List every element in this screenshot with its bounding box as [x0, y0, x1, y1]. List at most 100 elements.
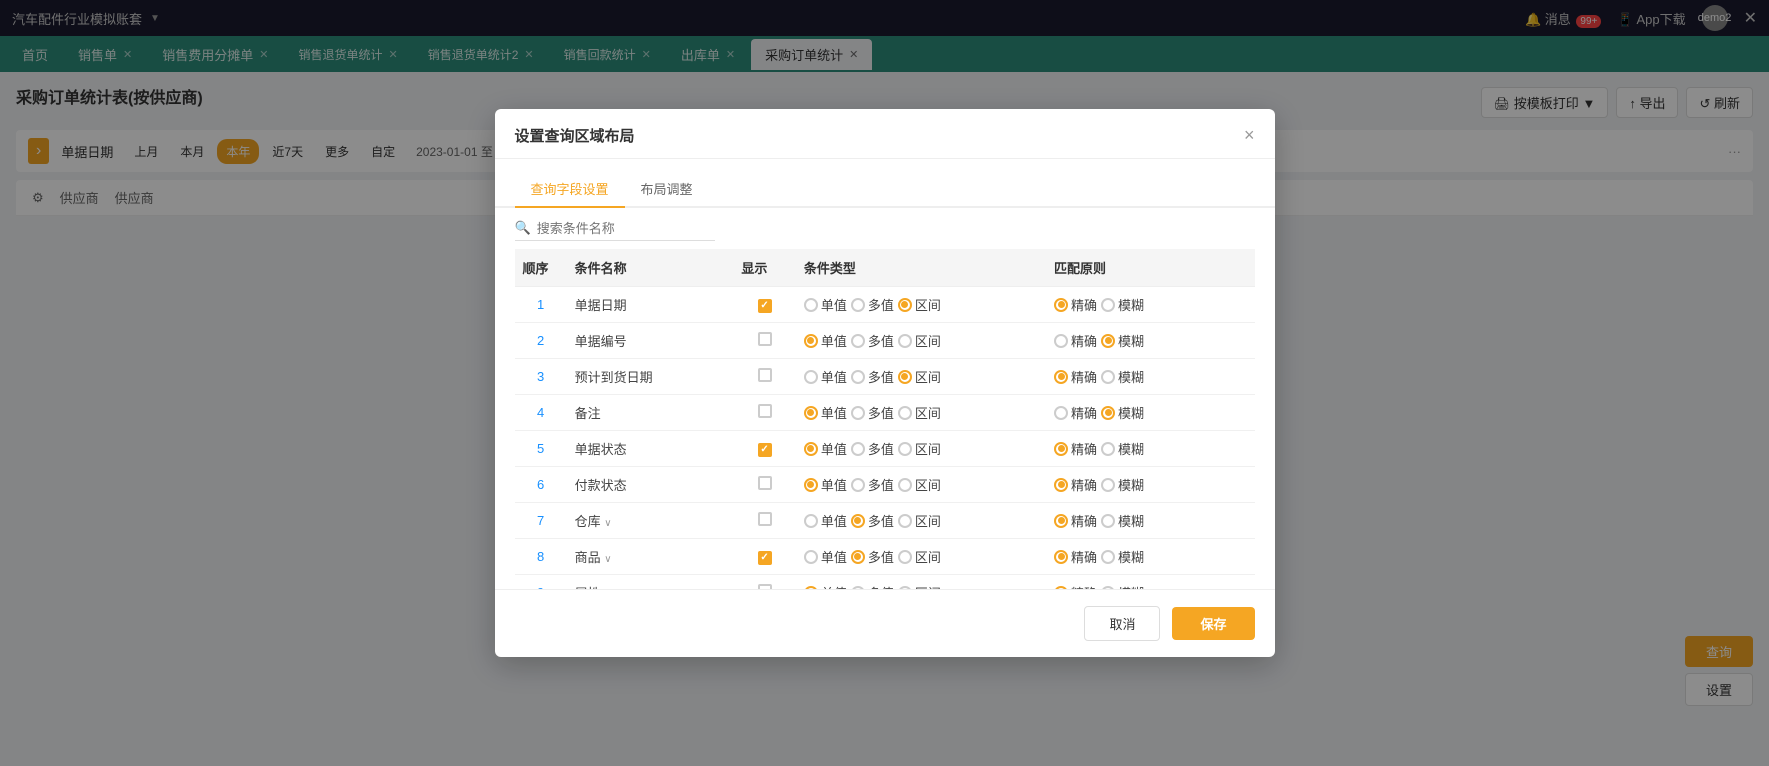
- cell-type-7: 单值多值区间: [796, 539, 1046, 575]
- match-radio-模糊-0[interactable]: 模糊: [1101, 295, 1144, 314]
- cell-name-5: 付款状态: [567, 467, 734, 503]
- cell-type-1: 单值多值区间: [796, 323, 1046, 359]
- type-radio-单值-6[interactable]: 单值: [804, 511, 847, 530]
- modal-header: 设置查询区域布局 ×: [495, 109, 1275, 159]
- cell-name-6: 仓库 ∨: [567, 503, 734, 539]
- match-radio-模糊-3[interactable]: 模糊: [1101, 403, 1144, 422]
- cell-name-4: 单据状态: [567, 431, 734, 467]
- show-checkbox-3[interactable]: [758, 404, 772, 418]
- type-radio-区间-5[interactable]: 区间: [898, 475, 941, 494]
- match-radio-精确-5[interactable]: 精确: [1054, 475, 1097, 494]
- type-radio-区间-0[interactable]: 区间: [898, 295, 941, 314]
- th-order: 顺序: [515, 249, 567, 287]
- cell-show-0: [733, 287, 796, 323]
- cell-type-8: 单值多值区间: [796, 575, 1046, 590]
- cell-type-3: 单值多值区间: [796, 395, 1046, 431]
- modal-tabs: 查询字段设置 布局调整: [495, 159, 1275, 208]
- cell-match-4: 精确模糊: [1046, 431, 1254, 467]
- type-radio-单值-7[interactable]: 单值: [804, 547, 847, 566]
- search-input[interactable]: [537, 221, 715, 236]
- cell-order-8: 9: [515, 575, 567, 590]
- type-radio-多值-2[interactable]: 多值: [851, 367, 894, 386]
- show-checkbox-0[interactable]: [758, 299, 772, 313]
- cell-name-2: 预计到货日期: [567, 359, 734, 395]
- table-row: 2单据编号单值多值区间精确模糊: [515, 323, 1255, 359]
- cell-order-7: 8: [515, 539, 567, 575]
- type-radio-单值-5[interactable]: 单值: [804, 475, 847, 494]
- cell-match-8: 精确模糊: [1046, 575, 1254, 590]
- type-radio-多值-0[interactable]: 多值: [851, 295, 894, 314]
- type-radio-区间-2[interactable]: 区间: [898, 367, 941, 386]
- type-radio-区间-3[interactable]: 区间: [898, 403, 941, 422]
- match-radio-模糊-5[interactable]: 模糊: [1101, 475, 1144, 494]
- table-row: 6付款状态单值多值区间精确模糊: [515, 467, 1255, 503]
- show-checkbox-6[interactable]: [758, 512, 772, 526]
- type-radio-多值-3[interactable]: 多值: [851, 403, 894, 422]
- cell-show-5: [733, 467, 796, 503]
- match-radio-模糊-7[interactable]: 模糊: [1101, 547, 1144, 566]
- type-radio-多值-7[interactable]: 多值: [851, 547, 894, 566]
- type-radio-多值-5[interactable]: 多值: [851, 475, 894, 494]
- match-radio-精确-1[interactable]: 精确: [1054, 331, 1097, 350]
- type-radio-单值-0[interactable]: 单值: [804, 295, 847, 314]
- type-radio-单值-3[interactable]: 单值: [804, 403, 847, 422]
- cell-order-4: 5: [515, 431, 567, 467]
- type-radio-区间-4[interactable]: 区间: [898, 439, 941, 458]
- modal-title: 设置查询区域布局: [515, 125, 635, 146]
- cancel-button[interactable]: 取消: [1084, 606, 1160, 641]
- show-checkbox-1[interactable]: [758, 332, 772, 346]
- match-radio-精确-4[interactable]: 精确: [1054, 439, 1097, 458]
- cell-order-6: 7: [515, 503, 567, 539]
- cell-match-2: 精确模糊: [1046, 359, 1254, 395]
- match-radio-模糊-1[interactable]: 模糊: [1101, 331, 1144, 350]
- tab-query-fields[interactable]: 查询字段设置: [515, 171, 625, 208]
- type-radio-单值-1[interactable]: 单值: [804, 331, 847, 350]
- modal-dialog: 设置查询区域布局 × 查询字段设置 布局调整 🔍: [495, 109, 1275, 657]
- cell-order-1: 2: [515, 323, 567, 359]
- cell-type-2: 单值多值区间: [796, 359, 1046, 395]
- table-row: 4备注单值多值区间精确模糊: [515, 395, 1255, 431]
- search-icon: 🔍: [515, 220, 531, 236]
- type-radio-单值-4[interactable]: 单值: [804, 439, 847, 458]
- type-radio-多值-4[interactable]: 多值: [851, 439, 894, 458]
- match-radio-模糊-4[interactable]: 模糊: [1101, 439, 1144, 458]
- type-radio-区间-6[interactable]: 区间: [898, 511, 941, 530]
- cell-show-8: [733, 575, 796, 590]
- type-radio-多值-1[interactable]: 多值: [851, 331, 894, 350]
- type-radio-区间-1[interactable]: 区间: [898, 331, 941, 350]
- cell-name-0: 单据日期: [567, 287, 734, 323]
- type-radio-区间-7[interactable]: 区间: [898, 547, 941, 566]
- cell-type-6: 单值多值区间: [796, 503, 1046, 539]
- show-checkbox-5[interactable]: [758, 476, 772, 490]
- type-radio-多值-6[interactable]: 多值: [851, 511, 894, 530]
- match-radio-精确-6[interactable]: 精确: [1054, 511, 1097, 530]
- cell-order-3: 4: [515, 395, 567, 431]
- cell-show-7: [733, 539, 796, 575]
- cell-match-0: 精确模糊: [1046, 287, 1254, 323]
- type-radio-单值-2[interactable]: 单值: [804, 367, 847, 386]
- match-radio-精确-0[interactable]: 精确: [1054, 295, 1097, 314]
- cell-order-0: 1: [515, 287, 567, 323]
- cell-match-5: 精确模糊: [1046, 467, 1254, 503]
- cell-order-2: 3: [515, 359, 567, 395]
- table-row: 8商品 ∨单值多值区间精确模糊: [515, 539, 1255, 575]
- match-radio-精确-7[interactable]: 精确: [1054, 547, 1097, 566]
- match-radio-精确-3[interactable]: 精确: [1054, 403, 1097, 422]
- match-radio-模糊-2[interactable]: 模糊: [1101, 367, 1144, 386]
- show-checkbox-2[interactable]: [758, 368, 772, 382]
- th-match: 匹配原则: [1046, 249, 1254, 287]
- save-button[interactable]: 保存: [1172, 607, 1254, 640]
- tab-layout[interactable]: 布局调整: [625, 171, 709, 208]
- cell-name-8: 属性 ∨: [567, 575, 734, 590]
- show-checkbox-4[interactable]: [758, 443, 772, 457]
- match-radio-模糊-6[interactable]: 模糊: [1101, 511, 1144, 530]
- tab-query-label: 查询字段设置: [531, 182, 609, 197]
- cell-match-7: 精确模糊: [1046, 539, 1254, 575]
- modal-close-button[interactable]: ×: [1244, 125, 1255, 146]
- show-checkbox-7[interactable]: [758, 551, 772, 565]
- match-radio-精确-2[interactable]: 精确: [1054, 367, 1097, 386]
- cell-name-3: 备注: [567, 395, 734, 431]
- cell-show-2: [733, 359, 796, 395]
- table-row: 5单据状态 单值多值区间 精确模糊: [515, 431, 1255, 467]
- cell-show-1: [733, 323, 796, 359]
